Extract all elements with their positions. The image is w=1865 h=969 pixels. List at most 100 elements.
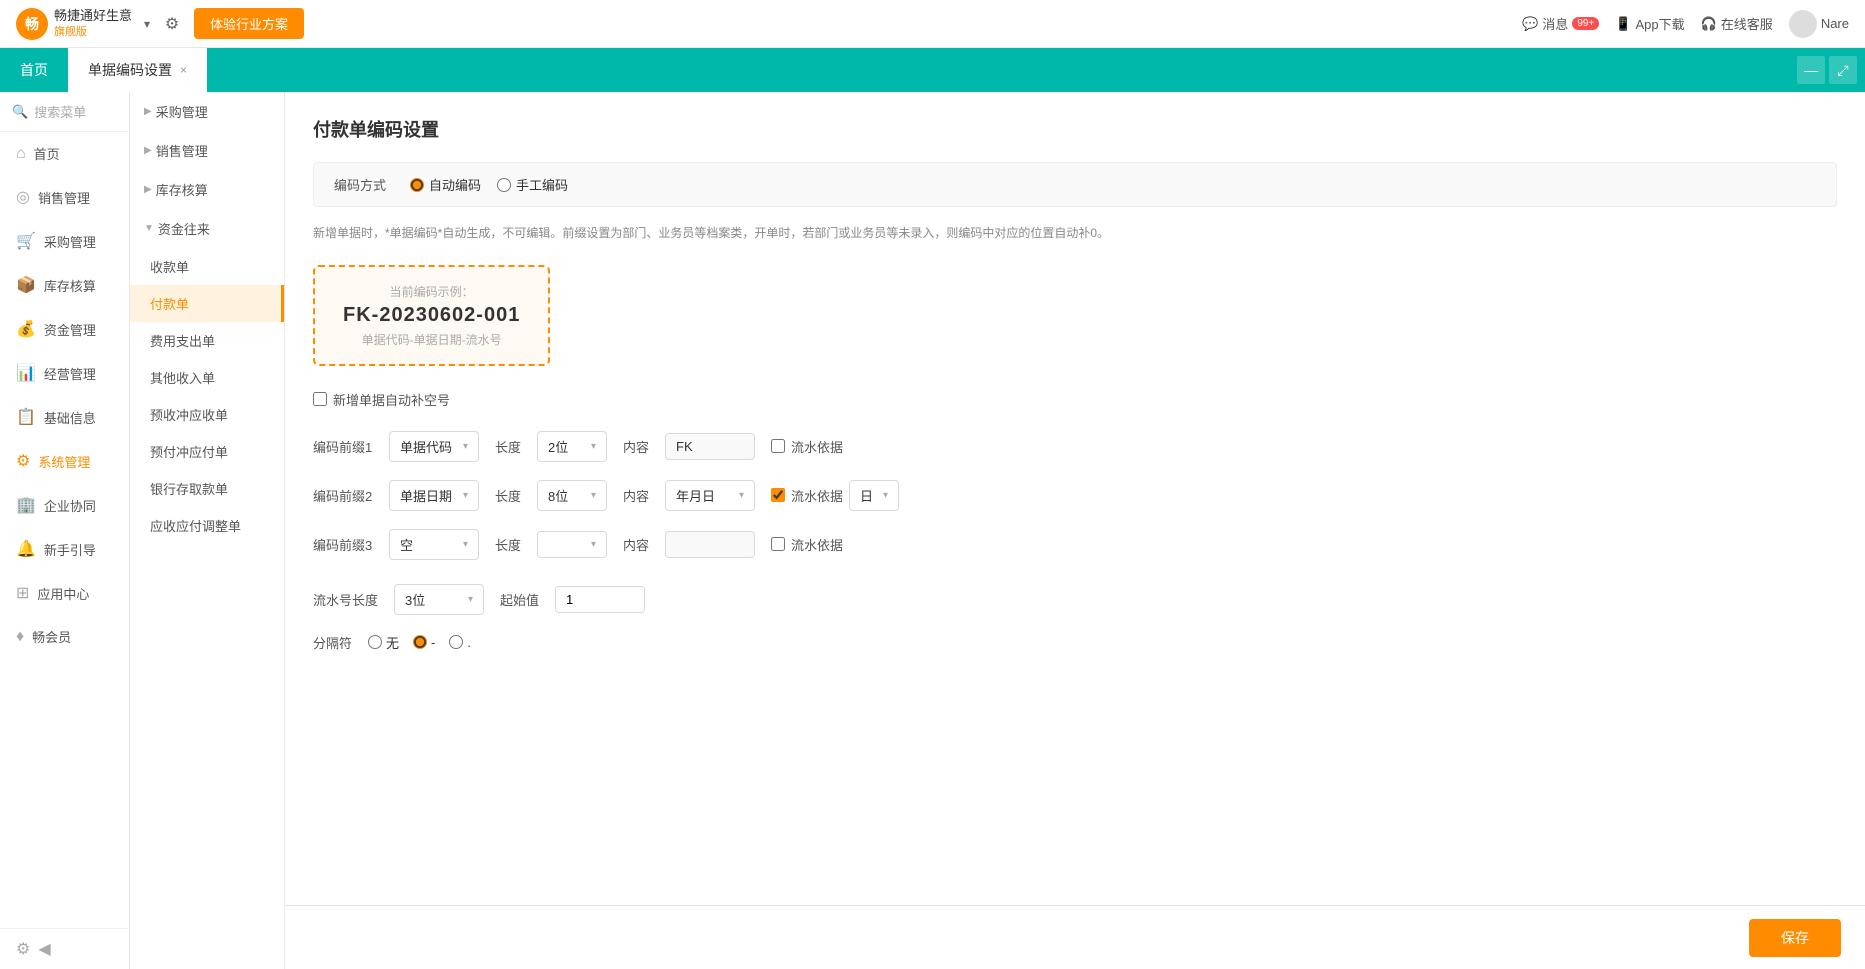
prefix3-select[interactable]: 空 ▾ [389, 529, 479, 560]
prefix2-select[interactable]: 单据日期 ▾ [389, 480, 479, 511]
member-icon: ♦ [16, 628, 24, 646]
sidebar-settings-icon[interactable]: ⚙ [16, 939, 30, 959]
prefix3-length-select[interactable]: ▾ [537, 531, 607, 558]
prefix1-length-select[interactable]: 2位 ▾ [537, 431, 607, 462]
sec-item-pre-payment[interactable]: 预付冲应付单 [130, 433, 284, 470]
tab-close-icon[interactable]: × [180, 63, 187, 77]
prefix2-length-arrow-icon: ▾ [591, 490, 596, 501]
arrow-right-icon: ▶ [144, 106, 152, 117]
sec-group-header-sales[interactable]: ▶ 销售管理 [130, 131, 284, 170]
trial-button[interactable]: 体验行业方案 [194, 8, 304, 39]
prefix1-length-arrow-icon: ▾ [591, 441, 596, 452]
sec-item-payment[interactable]: 付款单 [130, 285, 284, 322]
sidebar-bottom: ⚙ ◀ [0, 928, 129, 969]
prefix1-stream-checkbox[interactable] [771, 439, 785, 453]
auto-code-option[interactable]: 自动编码 [410, 175, 481, 194]
prefix1-content-input[interactable] [665, 433, 755, 460]
prefix1-select[interactable]: 单据代码 ▾ [389, 431, 479, 462]
sep-dot-option[interactable]: . [449, 635, 471, 650]
sidebar-item-home[interactable]: ⌂ 首页 [0, 132, 129, 175]
message-icon: 💬 [1522, 16, 1538, 32]
sep-dot-radio[interactable] [449, 635, 463, 649]
manual-code-option[interactable]: 手工编码 [497, 175, 568, 194]
nav-maximize-btn[interactable]: ⤢ [1829, 56, 1857, 84]
sep-dot-label: . [467, 635, 471, 650]
sep-dash-option[interactable]: - [413, 635, 435, 650]
message-badge: 99+ [1572, 17, 1599, 30]
online-service-item[interactable]: 🎧 在线客服 [1701, 14, 1773, 33]
sidebar-item-label-apps: 应用中心 [37, 584, 89, 603]
arrow-right-icon2: ▶ [144, 145, 152, 156]
sec-item-receipt[interactable]: 收款单 [130, 248, 284, 285]
sidebar-item-sales[interactable]: ◎ 销售管理 [0, 175, 129, 219]
manual-code-radio[interactable] [497, 178, 511, 192]
sec-group-header-purchase[interactable]: ▶ 采购管理 [130, 92, 284, 131]
brand-name: 畅捷通好生意 [54, 8, 132, 24]
nav-minimize-btn[interactable]: — [1797, 56, 1825, 84]
sidebar-item-label-system: 系统管理 [38, 452, 90, 471]
start-value-input[interactable] [555, 586, 645, 613]
sep-none-option[interactable]: 无 [368, 633, 399, 652]
prefix2-stream-checkbox[interactable] [771, 488, 785, 502]
prefix2-stream-label: 流水依据 [791, 486, 843, 505]
tab-active[interactable]: 单据编码设置 × [68, 48, 207, 92]
sidebar-item-basic[interactable]: 📋 基础信息 [0, 395, 129, 439]
sidebar-item-operations[interactable]: 📊 经营管理 [0, 351, 129, 395]
prefix3-stream-checkbox[interactable] [771, 537, 785, 551]
prefix2-period-arrow-icon: ▾ [883, 490, 888, 501]
prefix3-stream-label: 流水依据 [791, 535, 843, 554]
prefix2-label: 编码前缀2 [313, 486, 373, 505]
sidebar-item-guide[interactable]: 🔔 新手引导 [0, 527, 129, 571]
auto-fill-checkbox[interactable] [313, 392, 327, 406]
sec-item-other-income[interactable]: 其他收入单 [130, 359, 284, 396]
settings-icon[interactable]: ⚙ [158, 10, 186, 38]
dropdown-arrow-icon[interactable]: ▾ [144, 17, 150, 31]
tab-end-btns: — ⤢ [1797, 56, 1865, 84]
nav-tabs: 首页 单据编码设置 × — ⤢ [0, 48, 1865, 92]
sec-item-adjust[interactable]: 应收应付调整单 [130, 507, 284, 544]
user-area[interactable]: Nare [1789, 10, 1849, 38]
prefix3-content-input[interactable] [665, 531, 755, 558]
sec-item-pre-receipt[interactable]: 预收冲应收单 [130, 396, 284, 433]
sec-group-header-finance[interactable]: ▼ 资金往来 [130, 209, 284, 248]
prefix1-label: 编码前缀1 [313, 437, 373, 456]
prefix2-content-select[interactable]: 年月日 ▾ [665, 480, 755, 511]
sep-none-radio[interactable] [368, 635, 382, 649]
sidebar: 🔍 搜索菜单 ⌂ 首页 ◎ 销售管理 🛒 采购管理 📦 库存核算 💰 资金 [0, 92, 130, 969]
sec-item-expense[interactable]: 费用支出单 [130, 322, 284, 359]
prefix1-stream-group: 流水依据 [771, 437, 843, 456]
sidebar-item-enterprise[interactable]: 🏢 企业协同 [0, 483, 129, 527]
encoding-method-label: 编码方式 [334, 175, 386, 194]
sidebar-item-label-sales: 销售管理 [38, 188, 90, 207]
system-icon: ⚙ [16, 451, 30, 471]
sidebar-item-system[interactable]: ⚙ 系统管理 [0, 439, 129, 483]
sidebar-collapse-icon[interactable]: ◀ [38, 939, 50, 959]
sidebar-item-purchase[interactable]: 🛒 采购管理 [0, 219, 129, 263]
auto-code-label: 自动编码 [429, 175, 481, 194]
message-item[interactable]: 💬 消息 99+ [1522, 14, 1599, 33]
sep-dash-radio[interactable] [413, 635, 427, 649]
tab-home[interactable]: 首页 [0, 48, 68, 92]
sidebar-item-member[interactable]: ♦ 畅会员 [0, 615, 129, 658]
app-download-item[interactable]: 📱 App下载 [1615, 14, 1684, 33]
sidebar-item-finance[interactable]: 💰 资金管理 [0, 307, 129, 351]
user-avatar [1789, 10, 1817, 38]
sec-group-header-inventory[interactable]: ▶ 库存核算 [130, 170, 284, 209]
prefix3-row: 编码前缀3 空 ▾ 长度 ▾ 内容 流水依据 [313, 529, 1837, 560]
sec-item-bank[interactable]: 银行存取款单 [130, 470, 284, 507]
serial-length-select[interactable]: 3位 ▾ [394, 584, 484, 615]
save-button[interactable]: 保存 [1749, 919, 1841, 957]
app-icon: 📱 [1615, 16, 1631, 32]
basic-icon: 📋 [16, 407, 36, 427]
prefix2-stream-period-select[interactable]: 日 ▾ [849, 480, 899, 511]
prefix2-length-select[interactable]: 8位 ▾ [537, 480, 607, 511]
encoding-method-radio-group: 自动编码 手工编码 [410, 175, 568, 194]
sidebar-search[interactable]: 🔍 搜索菜单 [0, 92, 129, 132]
auto-code-radio[interactable] [410, 178, 424, 192]
sidebar-item-label-member: 畅会员 [32, 627, 71, 646]
sidebar-item-inventory[interactable]: 📦 库存核算 [0, 263, 129, 307]
sec-group-sales: ▶ 销售管理 [130, 131, 284, 170]
hint-text: 新增单据时，*单据编码*自动生成，不可编辑。前缀设置为部门、业务员等档案类，开单… [313, 223, 1837, 245]
sidebar-item-apps[interactable]: ⊞ 应用中心 [0, 571, 129, 615]
top-bar-right: 💬 消息 99+ 📱 App下载 🎧 在线客服 Nare [1522, 10, 1849, 38]
